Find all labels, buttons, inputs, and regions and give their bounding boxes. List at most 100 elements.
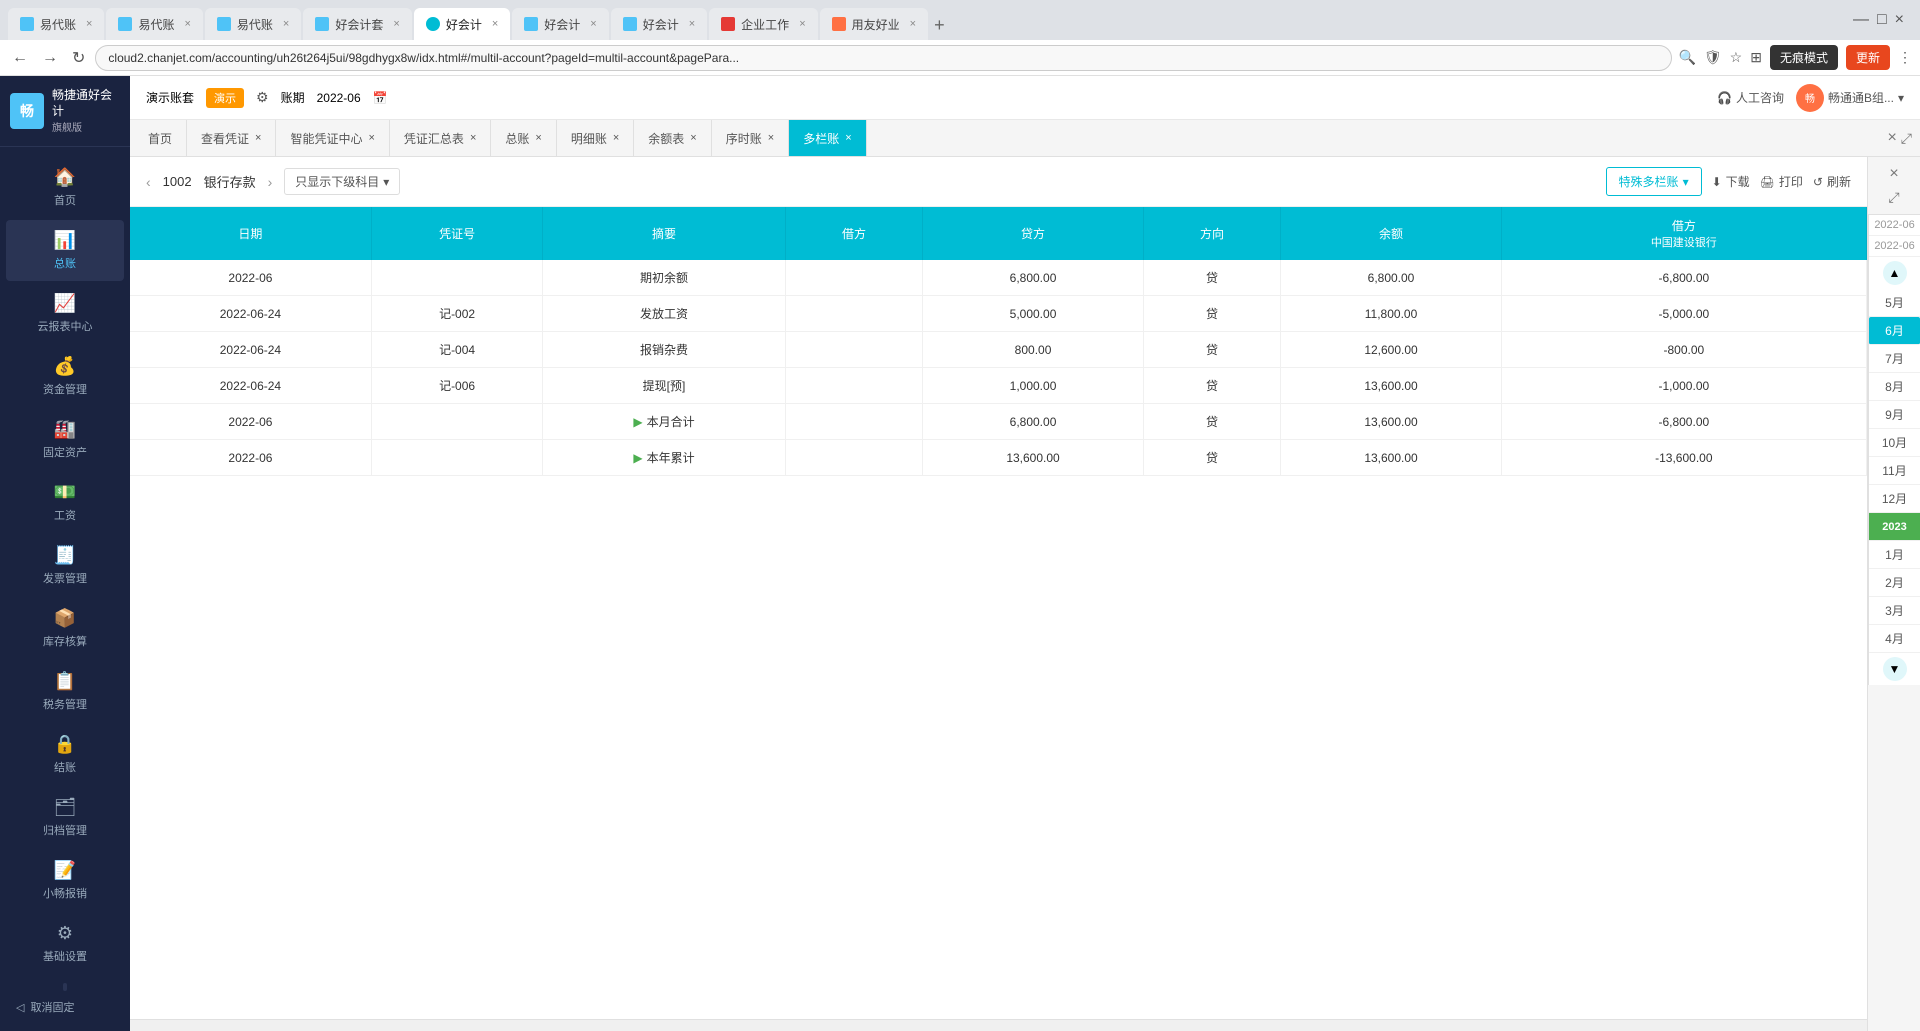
refresh-label: 刷新 <box>1827 173 1851 190</box>
refresh-button[interactable]: ↺ 刷新 <box>1813 173 1851 190</box>
month-item-2023-4[interactable]: 4月 <box>1869 625 1920 653</box>
tab-balance-close[interactable]: × <box>690 132 696 144</box>
calendar-icon[interactable]: 📅 <box>373 91 388 105</box>
tab-close-7[interactable]: × <box>689 18 695 30</box>
extensions-icon[interactable]: ⊞ <box>1750 49 1762 66</box>
browser-tab-7[interactable]: 好会计 × <box>611 8 707 40</box>
sidebar-item-funds[interactable]: 💰 资金管理 <box>6 346 124 407</box>
tab-panel-close[interactable]: × <box>1887 129 1896 147</box>
account-prev-button[interactable]: ‹ <box>146 174 151 190</box>
browser-tab-1[interactable]: 易代账 × <box>8 8 104 40</box>
sidebar-item-tax[interactable]: 📋 税务管理 <box>6 661 124 722</box>
sidebar-item-salary[interactable]: 💵 工资 <box>6 472 124 533</box>
tab-close-1[interactable]: × <box>86 18 92 30</box>
tab-close-8[interactable]: × <box>799 18 805 30</box>
tab-summary[interactable]: 凭证汇总表 × <box>390 120 491 156</box>
tab-multicolumn-close[interactable]: × <box>845 132 851 144</box>
tab-panel-expand[interactable]: ⤢ <box>1901 130 1912 147</box>
sidebar-item-reports[interactable]: 📈 云报表中心 <box>6 283 124 344</box>
browser-tab-4[interactable]: 好会计套 × <box>303 8 411 40</box>
minimize-button[interactable]: — <box>1853 11 1869 29</box>
tab-close-5[interactable]: × <box>492 18 498 30</box>
tab-balance[interactable]: 余额表 × <box>634 120 711 156</box>
panel-expand-button[interactable]: ⤢ <box>1888 189 1899 206</box>
sidebar-item-home[interactable]: 🏠 首页 <box>6 157 124 218</box>
tab-close-9[interactable]: × <box>910 18 916 30</box>
filter-dropdown[interactable]: 只显示下级科目 ▾ <box>284 168 400 195</box>
cell-voucher-link[interactable]: 记-002 <box>371 296 542 332</box>
more-menu-icon[interactable]: ⋮ <box>1898 49 1912 66</box>
browser-tab-8[interactable]: 企业工作 × <box>709 8 817 40</box>
tab-close-4[interactable]: × <box>393 18 399 30</box>
account-code: 1002 <box>163 174 192 189</box>
user-menu[interactable]: 畅 畅通通B组... ▾ <box>1796 84 1904 112</box>
bookmark-icon[interactable]: ☆ <box>1730 49 1743 66</box>
browser-tab-9[interactable]: 用友好业 × <box>820 8 928 40</box>
special-multi-button[interactable]: 特殊多栏账 ▾ <box>1606 167 1702 196</box>
incognito-button[interactable]: 无痕模式 <box>1770 45 1838 70</box>
sidebar-item-inventory[interactable]: 📦 库存核算 <box>6 598 124 659</box>
unpin-button[interactable]: ◁ 取消固定 <box>8 991 122 1023</box>
back-button[interactable]: ← <box>8 47 32 69</box>
browser-tab-5[interactable]: 好会计 × <box>414 8 510 40</box>
month-item-6[interactable]: 6月 <box>1869 317 1920 345</box>
month-item-2023-3[interactable]: 3月 <box>1869 597 1920 625</box>
tab-vouchers-close[interactable]: × <box>255 132 261 144</box>
horizontal-scrollbar[interactable] <box>130 1019 1867 1031</box>
tab-home[interactable]: 首页 <box>134 120 187 156</box>
month-item-12[interactable]: 12月 <box>1869 485 1920 513</box>
tab-close-3[interactable]: × <box>283 18 289 30</box>
sidebar-item-expense[interactable]: 📝 小畅报销 <box>6 850 124 911</box>
close-window-button[interactable]: × <box>1895 11 1904 29</box>
maximize-button[interactable]: □ <box>1877 11 1887 29</box>
browser-tab-6[interactable]: 好会计 × <box>512 8 608 40</box>
browser-tab-3[interactable]: 易代账 × <box>205 8 301 40</box>
sidebar-item-invoice[interactable]: 🧾 发票管理 <box>6 535 124 596</box>
panel-close-button[interactable]: × <box>1889 165 1898 183</box>
sidebar-item-archive[interactable]: 🗂 归档管理 <box>6 787 124 848</box>
month-item-2023-1[interactable]: 1月 <box>1869 541 1920 569</box>
month-item-2023-2[interactable]: 2月 <box>1869 569 1920 597</box>
tab-multicolumn[interactable]: 多栏账 × <box>789 120 866 156</box>
month-item-5[interactable]: 5月 <box>1869 289 1920 317</box>
sidebar-item-closing[interactable]: 🔒 结账 <box>6 724 124 785</box>
address-bar[interactable] <box>95 45 1672 71</box>
sidebar-item-ledger[interactable]: 📊 总账 <box>6 220 124 281</box>
settings-gear-icon[interactable]: ⚙ <box>256 89 269 106</box>
tab-sequence[interactable]: 序时账 × <box>712 120 789 156</box>
search-icon[interactable]: 🔍 <box>1678 49 1695 66</box>
tab-detail[interactable]: 明细账 × <box>557 120 634 156</box>
cell-voucher-link[interactable]: 记-004 <box>371 332 542 368</box>
forward-button[interactable]: → <box>38 47 62 69</box>
month-scroll-up[interactable]: ▲ <box>1883 261 1907 285</box>
tab-ledger-close[interactable]: × <box>535 132 541 144</box>
month-item-10[interactable]: 10月 <box>1869 429 1920 457</box>
new-tab-button[interactable]: + <box>930 11 949 40</box>
tab-close-2[interactable]: × <box>184 18 190 30</box>
shield-icon[interactable]: 🛡 <box>1704 49 1722 66</box>
tab-sequence-close[interactable]: × <box>768 132 774 144</box>
tab-smart[interactable]: 智能凭证中心 × <box>276 120 389 156</box>
tab-close-6[interactable]: × <box>590 18 596 30</box>
print-button[interactable]: 🖨 打印 <box>1760 173 1803 190</box>
sidebar-item-settings[interactable]: ⚙ 基础设置 <box>6 913 124 974</box>
cell-voucher-link[interactable]: 记-006 <box>371 368 542 404</box>
month-item-11[interactable]: 11月 <box>1869 457 1920 485</box>
sidebar-item-assets[interactable]: 🏭 固定资产 <box>6 409 124 470</box>
month-scroll-down[interactable]: ▼ <box>1883 657 1907 681</box>
download-button[interactable]: ⬇ 下载 <box>1712 173 1750 190</box>
tab-summary-close[interactable]: × <box>470 132 476 144</box>
tab-detail-close[interactable]: × <box>613 132 619 144</box>
reload-button[interactable]: ↻ <box>68 46 89 70</box>
account-next-button[interactable]: › <box>268 174 273 190</box>
month-item-7[interactable]: 7月 <box>1869 345 1920 373</box>
tab-vouchers[interactable]: 查看凭证 × <box>187 120 276 156</box>
month-item-8[interactable]: 8月 <box>1869 373 1920 401</box>
browser-tab-2[interactable]: 易代账 × <box>106 8 202 40</box>
update-button[interactable]: 更新 <box>1846 45 1890 70</box>
tab-ledger[interactable]: 总账 × <box>491 120 556 156</box>
month-item-9[interactable]: 9月 <box>1869 401 1920 429</box>
year-2023-label: 2023 <box>1869 513 1920 541</box>
consult-button[interactable]: 🎧 人工咨询 <box>1717 89 1784 106</box>
tab-smart-close[interactable]: × <box>368 132 374 144</box>
